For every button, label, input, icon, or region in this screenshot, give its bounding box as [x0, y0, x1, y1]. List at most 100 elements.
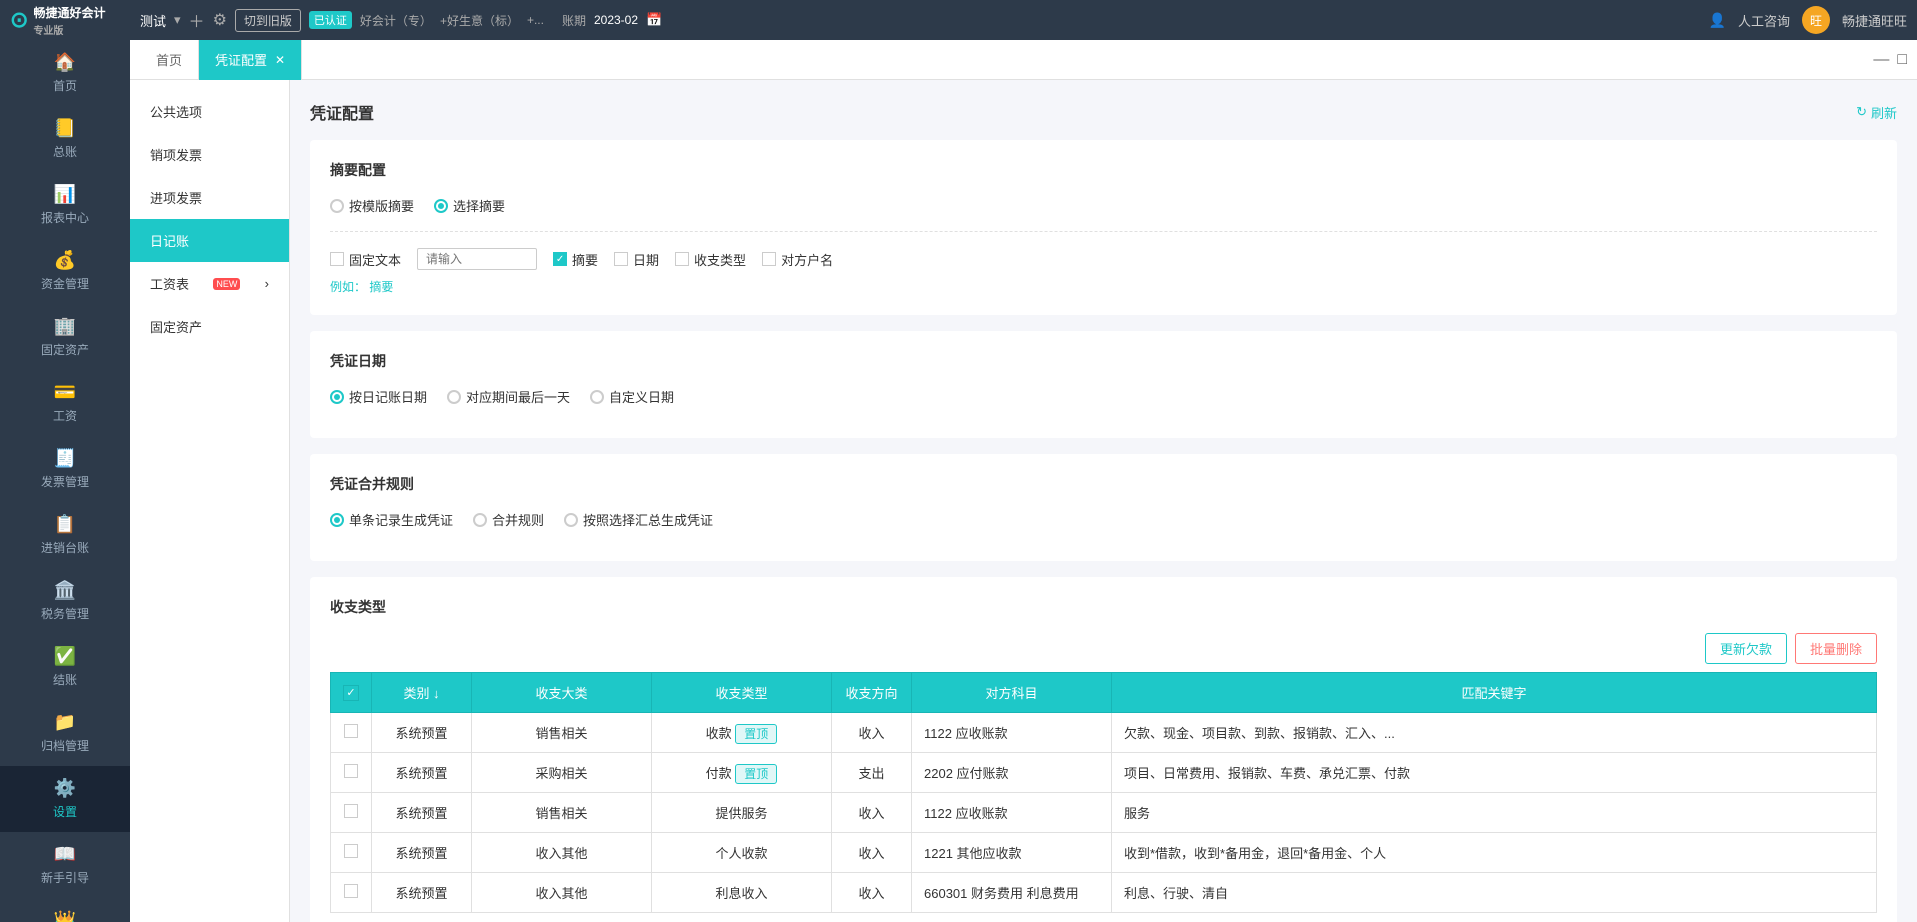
left-nav-sales-invoice[interactable]: 销项发票	[130, 133, 289, 176]
invoice-icon: 🧾	[54, 448, 76, 469]
row-cat-0: 系统预置	[372, 713, 472, 753]
row-keywords-0: 欠款、现金、项目款、到款、报销款、汇入、...	[1112, 713, 1877, 753]
sidebar-item-funds[interactable]: 💰 资金管理	[0, 238, 130, 304]
row-big-type-3: 收入其他	[472, 833, 652, 873]
sidebar-item-home[interactable]: 🏠 首页	[0, 40, 130, 106]
checkbox-summary[interactable]: ✓ 摘要	[553, 250, 598, 269]
plus-icon[interactable]: ＋	[189, 8, 205, 32]
sidebar-item-archive[interactable]: 📁 归档管理	[0, 700, 130, 766]
radio-single-record[interactable]: 单条记录生成凭证	[330, 510, 453, 529]
left-nav-payroll[interactable]: 工资表 NEW ›	[130, 262, 289, 305]
fixed-text-input[interactable]	[417, 248, 537, 270]
checkbox-counterparty[interactable]: 对方户名	[762, 250, 833, 269]
home-icon: 🏠	[54, 52, 76, 73]
radio-single-label: 单条记录生成凭证	[349, 510, 453, 529]
radio-summary-gen[interactable]: 按照选择汇总生成凭证	[564, 510, 713, 529]
top-bar-right: 👤 人工咨询 旺 畅捷通旺旺	[1709, 6, 1907, 34]
chevron-down-icon[interactable]: ▾	[174, 12, 181, 28]
delete-button[interactable]: 批量删除	[1795, 633, 1877, 664]
radio-journal-date[interactable]: 按日记账日期	[330, 387, 427, 406]
sidebar-item-vip[interactable]: 👑 畅会员	[0, 898, 130, 922]
row-big-type-4: 收入其他	[472, 873, 652, 913]
chong-tag-1[interactable]: 置顶	[735, 764, 777, 784]
sidebar-label-ledger: 总账	[53, 143, 77, 160]
summary-section: 摘要配置 按模版摘要 选择摘要	[310, 140, 1897, 315]
left-nav-purchase-invoice[interactable]: 进项发票	[130, 176, 289, 219]
left-nav-fixed-assets[interactable]: 固定资产	[130, 305, 289, 348]
radio-dot-period	[447, 390, 461, 404]
radio-merge-rule[interactable]: 合并规则	[473, 510, 544, 529]
avatar: 旺	[1802, 6, 1830, 34]
sidebar-item-tax[interactable]: 🏛️ 税务管理	[0, 568, 130, 634]
radio-period-label: 对应期间最后一天	[466, 387, 570, 406]
table-row: 系统预置 销售相关 提供服务 收入 1122 应收账款 服务	[331, 793, 1877, 833]
row-sub-type-3: 个人收款	[652, 833, 832, 873]
row-checkbox-4[interactable]	[331, 873, 372, 913]
sidebar-item-purchase[interactable]: 📋 进销台账	[0, 502, 130, 568]
row-checkbox-0[interactable]	[331, 713, 372, 753]
radio-dot-select	[434, 199, 448, 213]
sidebar-item-guide[interactable]: 📖 新手引导	[0, 832, 130, 898]
tab-close-icon[interactable]: ✕	[275, 53, 285, 67]
row-checkbox-2[interactable]	[331, 793, 372, 833]
radio-period-last[interactable]: 对应期间最后一天	[447, 387, 570, 406]
radio-select-summary[interactable]: 选择摘要	[434, 196, 505, 215]
sidebar-label-archive: 归档管理	[41, 737, 89, 754]
checkbox-fixed-label: 固定文本	[349, 250, 401, 269]
tag-1: 好会计（专）	[360, 12, 432, 29]
checkbox-income-label: 收支类型	[694, 250, 746, 269]
left-nav-journal[interactable]: 日记账	[130, 219, 289, 262]
minimize-icon[interactable]: —	[1873, 51, 1889, 69]
top-bar-center: 测试 ▾ ＋ ⚙ 切到旧版 已认证 好会计（专） +好生意（标） +... 账期…	[140, 8, 1709, 32]
sidebar-label-assets: 固定资产	[41, 341, 89, 358]
master-checkbox[interactable]: ✓	[343, 685, 359, 701]
radio-dot-single	[330, 513, 344, 527]
checkbox-date[interactable]: 日期	[614, 250, 659, 269]
sidebar-item-settings[interactable]: ⚙️ 设置	[0, 766, 130, 832]
maximize-icon[interactable]: □	[1897, 51, 1907, 69]
tab-home[interactable]: 首页	[140, 40, 199, 80]
checkbox-row: 固定文本 ✓ 摘要 日期 收支类型	[330, 248, 1877, 270]
divider-1	[330, 231, 1877, 232]
support-label[interactable]: 人工咨询	[1738, 11, 1790, 30]
tab-home-label: 首页	[156, 50, 182, 69]
page-title: 凭证配置	[310, 100, 374, 124]
row-checkbox-1[interactable]	[331, 753, 372, 793]
gear-icon[interactable]: ⚙	[213, 10, 227, 30]
sidebar-item-reports[interactable]: 📊 报表中心	[0, 172, 130, 238]
period-label: 账期	[562, 12, 586, 29]
row-checkbox-3[interactable]	[331, 833, 372, 873]
row-big-type-0: 销售相关	[472, 713, 652, 753]
table-row: 系统预置 收入其他 个人收款 收入 1221 其他应收款 收到*借款，收到*备用…	[331, 833, 1877, 873]
sidebar-label-home: 首页	[53, 77, 77, 94]
left-nav-public[interactable]: 公共选项	[130, 90, 289, 133]
radio-custom-date[interactable]: 自定义日期	[590, 387, 674, 406]
calendar-icon[interactable]: 📅	[646, 12, 662, 28]
table-row: 系统预置 收入其他 利息收入 收入 660301 财务费用 利息费用 利息、行驶…	[331, 873, 1877, 913]
sidebar-item-salary[interactable]: 💳 工资	[0, 370, 130, 436]
chong-tag-0[interactable]: 置顶	[735, 724, 777, 744]
sidebar-item-assets[interactable]: 🏢 固定资产	[0, 304, 130, 370]
row-sub-type-2: 提供服务	[652, 793, 832, 833]
tab-voucher-config[interactable]: 凭证配置 ✕	[199, 40, 302, 80]
radio-journal-label: 按日记账日期	[349, 387, 427, 406]
switch-button[interactable]: 切到旧版	[235, 9, 301, 32]
page-content: 公共选项 销项发票 进项发票 日记账 工资表 NEW › 固定资产	[130, 80, 1917, 922]
th-checkbox[interactable]: ✓	[331, 673, 372, 713]
left-nav: 公共选项 销项发票 进项发票 日记账 工资表 NEW › 固定资产	[130, 80, 290, 922]
ledger-icon: 📒	[54, 118, 76, 139]
refresh-button[interactable]: ↻ 刷新	[1856, 103, 1897, 122]
archive-icon: 📁	[54, 712, 76, 733]
radio-summary-gen-label: 按照选择汇总生成凭证	[583, 510, 713, 529]
radio-template-summary[interactable]: 按模版摘要	[330, 196, 414, 215]
checkbox-income-type[interactable]: 收支类型	[675, 250, 746, 269]
user-name: 畅捷通旺旺	[1842, 11, 1907, 30]
checkbox-fixed-text[interactable]: 固定文本	[330, 250, 401, 269]
sidebar-label-guide: 新手引导	[41, 869, 89, 886]
sidebar-item-close[interactable]: ✅ 结账	[0, 634, 130, 700]
example-value: 摘要	[369, 280, 393, 294]
sidebar-item-invoice[interactable]: 🧾 发票管理	[0, 436, 130, 502]
left-nav-journal-label: 日记账	[150, 231, 189, 250]
sidebar-item-ledger[interactable]: 📒 总账	[0, 106, 130, 172]
update-button[interactable]: 更新欠款	[1705, 633, 1787, 664]
